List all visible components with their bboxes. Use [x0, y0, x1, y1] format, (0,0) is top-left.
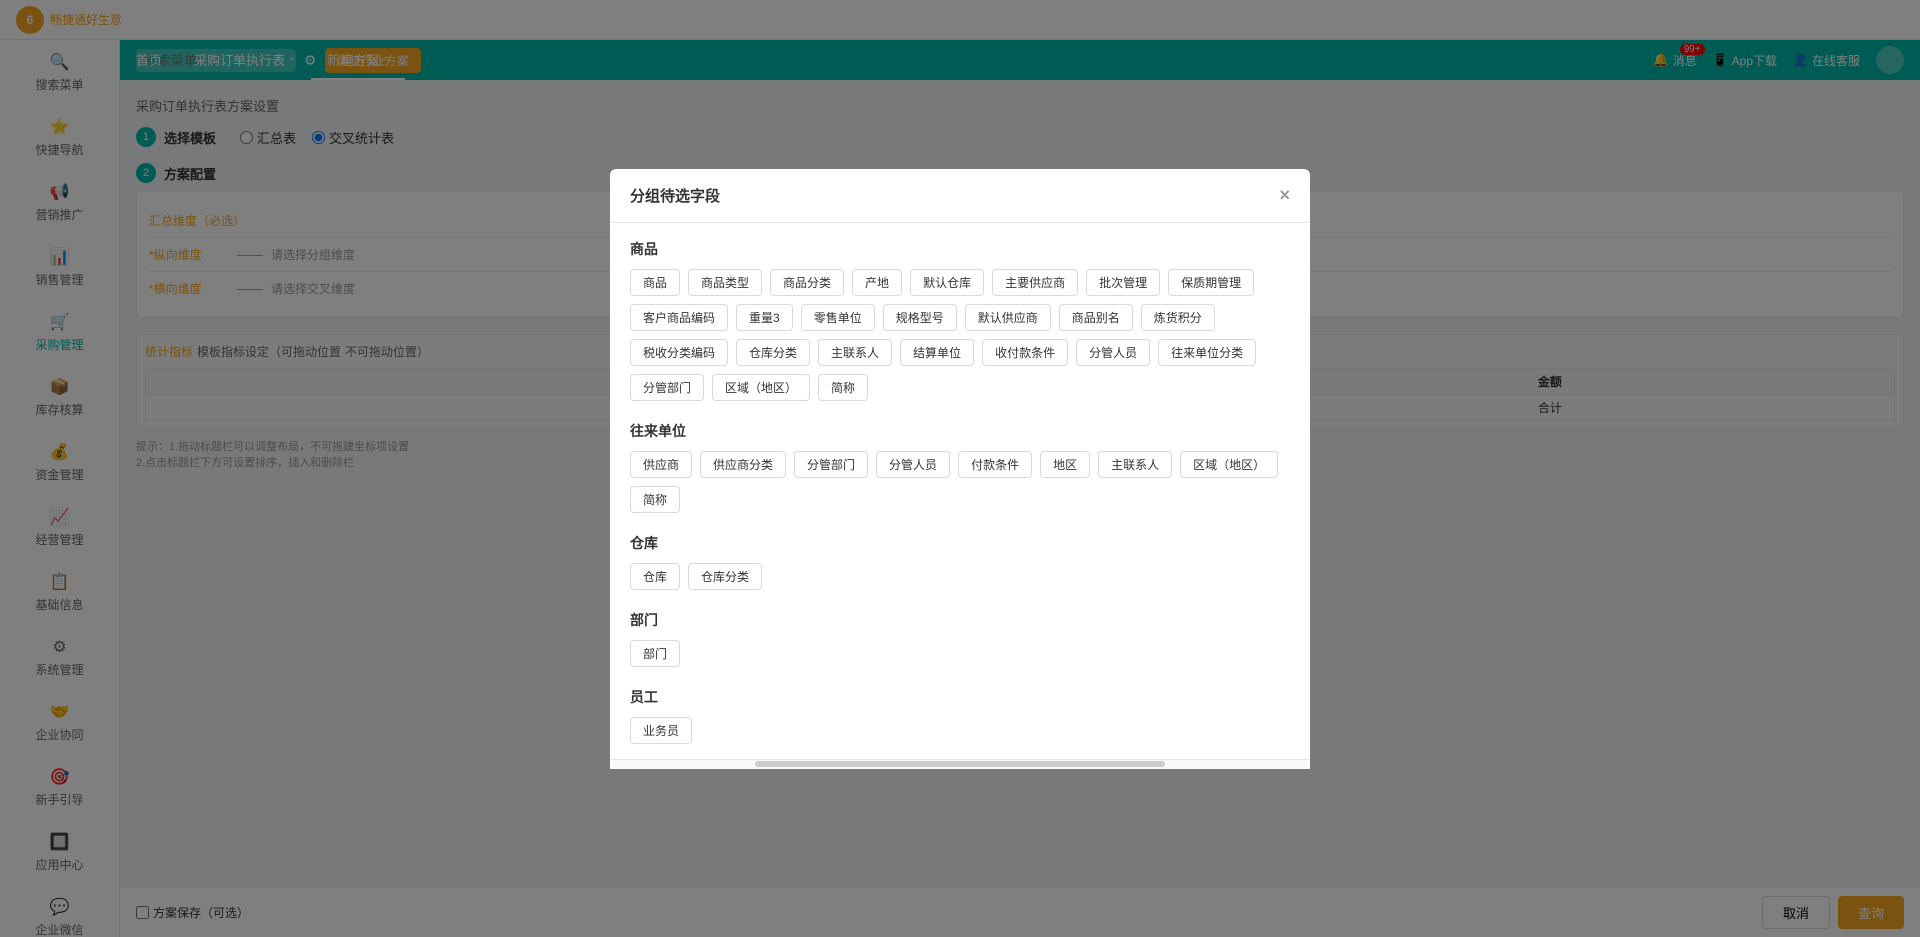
field-tag-2-1[interactable]: 仓库分类 — [688, 563, 762, 590]
modal: 分组待选字段 × 商品商品商品类型商品分类产地默认仓库主要供应商批次管理保质期管… — [610, 169, 1310, 769]
field-tags-2: 仓库仓库分类 — [630, 563, 1290, 590]
field-tag-0-9[interactable]: 重量3 — [736, 304, 793, 331]
field-section-title-1: 往来单位 — [630, 421, 1290, 441]
field-tags-4: 业务员 — [630, 717, 1290, 744]
modal-body[interactable]: 商品商品商品类型商品分类产地默认仓库主要供应商批次管理保质期管理客户商品编码重量… — [610, 223, 1310, 759]
field-section-4: 员工业务员 — [630, 687, 1290, 744]
field-tag-0-20[interactable]: 分管人员 — [1076, 339, 1150, 366]
field-tag-1-7[interactable]: 区域（地区） — [1180, 451, 1278, 478]
field-tag-1-3[interactable]: 分管人员 — [876, 451, 950, 478]
field-section-title-0: 商品 — [630, 239, 1290, 259]
field-tag-0-24[interactable]: 简称 — [818, 374, 868, 401]
field-tag-1-5[interactable]: 地区 — [1040, 451, 1090, 478]
field-tag-0-18[interactable]: 结算单位 — [900, 339, 974, 366]
field-tag-1-8[interactable]: 简称 — [630, 486, 680, 513]
field-tag-3-0[interactable]: 部门 — [630, 640, 680, 667]
field-tag-0-8[interactable]: 客户商品编码 — [630, 304, 728, 331]
field-tag-2-0[interactable]: 仓库 — [630, 563, 680, 590]
field-tag-0-23[interactable]: 区域（地区） — [712, 374, 810, 401]
field-tags-1: 供应商供应商分类分管部门分管人员付款条件地区主联系人区域（地区） 简称 — [630, 451, 1290, 513]
field-section-2: 仓库仓库仓库分类 — [630, 533, 1290, 590]
field-tag-0-21[interactable]: 往来单位分类 — [1158, 339, 1256, 366]
field-tag-0-17[interactable]: 主联系人 — [818, 339, 892, 366]
field-section-title-2: 仓库 — [630, 533, 1290, 553]
field-section-title-3: 部门 — [630, 610, 1290, 630]
field-tag-0-19[interactable]: 收付款条件 — [982, 339, 1068, 366]
field-tags-3: 部门 — [630, 640, 1290, 667]
field-tag-1-4[interactable]: 付款条件 — [958, 451, 1032, 478]
field-tag-1-2[interactable]: 分管部门 — [794, 451, 868, 478]
field-tag-0-16[interactable]: 仓库分类 — [736, 339, 810, 366]
field-tag-0-1[interactable]: 商品类型 — [688, 269, 762, 296]
field-tag-0-0[interactable]: 商品 — [630, 269, 680, 296]
field-tag-0-3[interactable]: 产地 — [852, 269, 902, 296]
field-tag-1-1[interactable]: 供应商分类 — [700, 451, 786, 478]
field-tag-1-6[interactable]: 主联系人 — [1098, 451, 1172, 478]
modal-close-button[interactable]: × — [1279, 185, 1290, 206]
field-tag-1-0[interactable]: 供应商 — [630, 451, 692, 478]
field-tag-0-22[interactable]: 分管部门 — [630, 374, 704, 401]
field-tags-0: 商品商品类型商品分类产地默认仓库主要供应商批次管理保质期管理客户商品编码重量3 零… — [630, 269, 1290, 401]
field-tag-0-4[interactable]: 默认仓库 — [910, 269, 984, 296]
modal-title: 分组待选字段 — [630, 185, 720, 206]
field-tag-4-0[interactable]: 业务员 — [630, 717, 692, 744]
modal-overlay: 分组待选字段 × 商品商品商品类型商品分类产地默认仓库主要供应商批次管理保质期管… — [0, 0, 1920, 937]
field-section-1: 往来单位供应商供应商分类分管部门分管人员付款条件地区主联系人区域（地区） 简称 — [630, 421, 1290, 513]
field-tag-0-10[interactable]: 零售单位 — [801, 304, 875, 331]
field-tag-0-11[interactable]: 规格型号 — [883, 304, 957, 331]
field-tag-0-15[interactable]: 税收分类编码 — [630, 339, 728, 366]
field-tag-0-13[interactable]: 商品别名 — [1059, 304, 1133, 331]
modal-header: 分组待选字段 × — [610, 169, 1310, 223]
field-section-title-4: 员工 — [630, 687, 1290, 707]
hscroll-thumb — [755, 761, 1165, 767]
field-tag-0-6[interactable]: 批次管理 — [1086, 269, 1160, 296]
field-tag-0-14[interactable]: 炼货积分 — [1141, 304, 1215, 331]
field-section-0: 商品商品商品类型商品分类产地默认仓库主要供应商批次管理保质期管理客户商品编码重量… — [630, 239, 1290, 401]
field-section-3: 部门部门 — [630, 610, 1290, 667]
field-tag-0-7[interactable]: 保质期管理 — [1168, 269, 1254, 296]
field-tag-0-12[interactable]: 默认供应商 — [965, 304, 1051, 331]
field-tag-0-2[interactable]: 商品分类 — [770, 269, 844, 296]
modal-hscroll[interactable] — [610, 759, 1310, 769]
field-tag-0-5[interactable]: 主要供应商 — [992, 269, 1078, 296]
